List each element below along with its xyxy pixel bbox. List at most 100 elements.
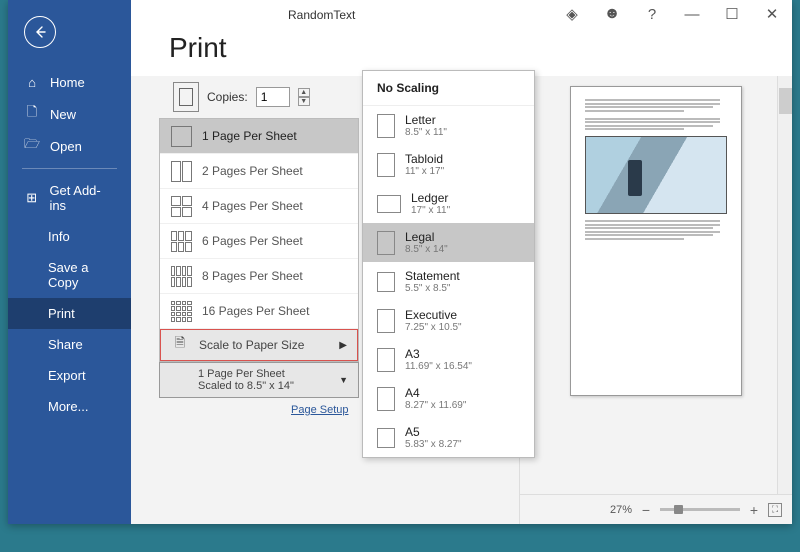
close-button[interactable]: ✕ xyxy=(752,0,792,28)
nav-addins[interactable]: ⊞Get Add-ins xyxy=(8,175,131,221)
zoom-slider-thumb[interactable] xyxy=(674,505,683,514)
nav-divider xyxy=(22,168,117,169)
window-title: RandomText xyxy=(288,8,355,22)
titlebar: RandomText ◈ ☻ ? — ☐ ✕ xyxy=(8,0,792,30)
nav-export[interactable]: Export xyxy=(8,360,131,391)
paper-a3[interactable]: A311.69" x 16.54" xyxy=(363,340,534,379)
preview-document xyxy=(570,86,742,396)
pps-label: 8 Pages Per Sheet xyxy=(202,269,303,283)
copies-down[interactable]: ▼ xyxy=(298,97,310,106)
pps-current-selection[interactable]: 1 Page Per Sheet Scaled to 8.5" x 14" ▼ xyxy=(159,362,359,398)
nav-save-copy[interactable]: Save a Copy xyxy=(8,252,131,298)
nav-open[interactable]: 🗁 Open xyxy=(8,130,131,162)
nav-label: New xyxy=(50,107,76,122)
page-icon xyxy=(377,387,395,411)
diamond-icon[interactable]: ◈ xyxy=(552,0,592,28)
addins-icon: ⊞ xyxy=(24,190,39,206)
open-icon: 🗁 xyxy=(24,138,40,154)
paper-statement[interactable]: Statement5.5" x 8.5" xyxy=(363,262,534,301)
main-panel: Print Copies: ▲ ▼ 1 Page Per Sheet 2 Pag… xyxy=(131,0,792,524)
pps-label: 1 Page Per Sheet xyxy=(202,129,297,143)
nav-label: Save a Copy xyxy=(48,260,115,290)
home-icon: ⌂ xyxy=(24,74,40,90)
nav-home[interactable]: ⌂Home xyxy=(8,66,131,98)
page-icon xyxy=(377,231,395,255)
pps-option-4[interactable]: 4 Pages Per Sheet xyxy=(160,189,358,224)
sidebar: ⌂Home 🗋 New 🗁 Open ⊞Get Add-ins Info Save … xyxy=(8,0,131,524)
paper-letter[interactable]: Letter8.5" x 11" xyxy=(363,106,534,145)
pps-sel-text: 1 Page Per Sheet Scaled to 8.5" x 14" xyxy=(198,368,294,392)
copies-row: Copies: ▲ ▼ xyxy=(173,82,356,112)
nav-label: More... xyxy=(48,399,88,414)
pps-sel-line2: Scaled to 8.5" x 14" xyxy=(198,380,294,392)
pps-label: 2 Pages Per Sheet xyxy=(202,164,303,178)
minimize-button[interactable]: — xyxy=(672,0,712,28)
page-icon xyxy=(377,428,395,448)
nav-more[interactable]: More... xyxy=(8,391,131,422)
nav-label: Share xyxy=(48,337,83,352)
page-icon xyxy=(377,114,395,138)
nav-new[interactable]: 🗋 New xyxy=(8,98,131,130)
scroll-thumb[interactable] xyxy=(779,88,792,114)
pps-option-6[interactable]: 6 Pages Per Sheet xyxy=(160,224,358,259)
page-icon xyxy=(377,348,395,372)
zoom-slider[interactable] xyxy=(660,508,740,511)
printer-page-icon xyxy=(173,82,199,112)
copies-up[interactable]: ▲ xyxy=(298,88,310,97)
nav-label: Open xyxy=(50,139,82,154)
preview-scrollbar[interactable] xyxy=(777,76,792,494)
scale-label: Scale to Paper Size xyxy=(199,338,304,352)
page-icon xyxy=(377,309,395,333)
pps-label: 6 Pages Per Sheet xyxy=(202,234,303,248)
paper-a5[interactable]: A55.83" x 8.27" xyxy=(363,418,534,457)
nav-info[interactable]: Info xyxy=(8,221,131,252)
page-icon xyxy=(377,195,401,213)
nav-label: Info xyxy=(48,229,70,244)
page-icon xyxy=(377,272,395,292)
app-window: RandomText ◈ ☻ ? — ☐ ✕ ⌂Home 🗋 New 🗁 Open … xyxy=(8,0,792,524)
nav-label: Export xyxy=(48,368,86,383)
nav-label: Print xyxy=(48,306,75,321)
new-icon: 🗋 xyxy=(24,106,40,122)
pps-option-16[interactable]: 16 Pages Per Sheet xyxy=(160,294,358,329)
paper-ledger[interactable]: Ledger17" x 11" xyxy=(363,184,534,223)
print-preview: 27% − + ⛶ xyxy=(519,76,792,524)
pps-label: 4 Pages Per Sheet xyxy=(202,199,303,213)
pps-option-8[interactable]: 8 Pages Per Sheet xyxy=(160,259,358,294)
paper-executive[interactable]: Executive7.25" x 10.5" xyxy=(363,301,534,340)
page-icon xyxy=(377,153,395,177)
preview-viewport xyxy=(520,76,792,494)
print-settings: Copies: ▲ ▼ 1 Page Per Sheet 2 Pages Per… xyxy=(131,76,356,524)
copies-label: Copies: xyxy=(207,90,248,104)
nav-share[interactable]: Share xyxy=(8,329,131,360)
help-button[interactable]: ? xyxy=(632,0,672,28)
feedback-icon[interactable]: ☻ xyxy=(592,0,632,28)
paper-legal[interactable]: Legal8.5" x 14" xyxy=(363,223,534,262)
chevron-right-icon: ▶ xyxy=(339,340,347,351)
paper-menu-header[interactable]: No Scaling xyxy=(363,71,534,106)
zoom-percent: 27% xyxy=(610,504,632,516)
nav-print[interactable]: Print xyxy=(8,298,131,329)
zoom-in-button[interactable]: + xyxy=(748,502,760,518)
pages-per-sheet-panel: 1 Page Per Sheet 2 Pages Per Sheet 4 Pag… xyxy=(159,118,359,362)
preview-image xyxy=(585,136,727,214)
zoom-out-button[interactable]: − xyxy=(640,502,652,518)
scale-to-paper-size[interactable]: 🗎 Scale to Paper Size ▶ xyxy=(160,329,358,361)
zoom-bar: 27% − + ⛶ xyxy=(520,494,792,524)
copies-input[interactable] xyxy=(256,87,290,107)
paper-tabloid[interactable]: Tabloid11" x 17" xyxy=(363,145,534,184)
page-setup-link[interactable]: Page Setup xyxy=(291,404,356,416)
paper-size-menu: No Scaling Letter8.5" x 11" Tabloid11" x… xyxy=(362,70,535,458)
titlebar-controls: ◈ ☻ ? — ☐ ✕ xyxy=(552,0,792,28)
scale-icon: 🗎 xyxy=(171,336,189,354)
chevron-down-icon: ▼ xyxy=(339,375,348,385)
zoom-fit-button[interactable]: ⛶ xyxy=(768,503,782,517)
pps-option-2[interactable]: 2 Pages Per Sheet xyxy=(160,154,358,189)
copies-spinner: ▲ ▼ xyxy=(298,88,310,106)
pps-label: 16 Pages Per Sheet xyxy=(202,304,309,318)
pps-sel-line1: 1 Page Per Sheet xyxy=(198,368,294,380)
content: Copies: ▲ ▼ 1 Page Per Sheet 2 Pages Per… xyxy=(131,76,792,524)
pps-option-1[interactable]: 1 Page Per Sheet xyxy=(160,119,358,154)
paper-a4[interactable]: A48.27" x 11.69" xyxy=(363,379,534,418)
maximize-button[interactable]: ☐ xyxy=(712,0,752,28)
